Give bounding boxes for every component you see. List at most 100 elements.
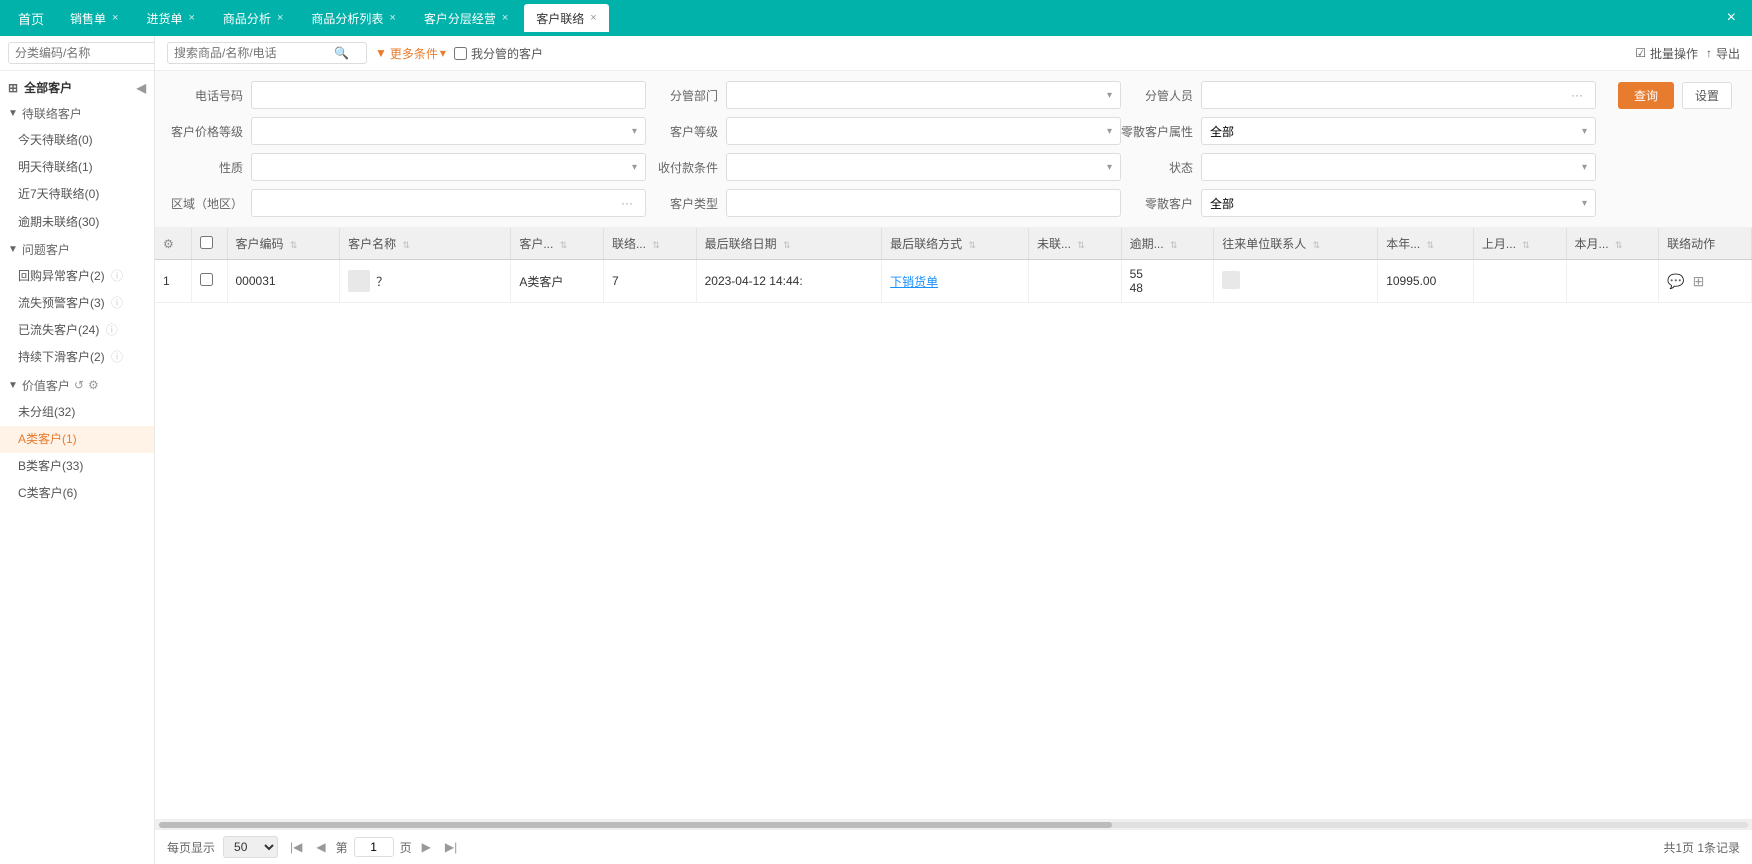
filter-dept-select[interactable]: ▾ xyxy=(726,81,1121,109)
main-search-icon[interactable]: 🔍 xyxy=(334,46,349,60)
sidebar-search-input[interactable] xyxy=(8,42,155,64)
batch-op-button[interactable]: ☑ 批量操作 xyxy=(1635,45,1698,62)
close-segment-tab-icon[interactable]: × xyxy=(502,12,508,24)
filter-manager-select[interactable]: ··· xyxy=(1201,81,1596,109)
last-method-link[interactable]: 下销货单 xyxy=(890,275,938,289)
nav-tab-analysis-list[interactable]: 商品分析列表 × xyxy=(299,4,407,32)
next-page-button[interactable]: ▶ xyxy=(418,838,435,856)
page-navigation: |◀ ◀ 第 页 ▶ ▶| xyxy=(286,837,461,857)
sidebar-item-class-b[interactable]: B类客户(33) xyxy=(0,453,154,480)
filter-scatter-customer: 零散客户 全部 ▾ xyxy=(1121,189,1596,217)
nav-tab-sales[interactable]: 销售单 × xyxy=(58,4,130,32)
main-search-input[interactable] xyxy=(174,46,334,60)
per-page-select[interactable]: 50 100 200 xyxy=(223,836,278,858)
filter-region-select[interactable]: ··· xyxy=(251,189,646,217)
region-dots-icon[interactable]: ··· xyxy=(617,196,637,210)
sort-ty-icon[interactable]: ⇅ xyxy=(1427,240,1435,250)
pagination-bar: 每页显示 50 100 200 |◀ ◀ 第 页 ▶ ▶| 共1页 1条记录 xyxy=(155,829,1752,864)
my-customers-filter[interactable]: 我分管的客户 xyxy=(454,45,543,62)
nav-tab-analysis[interactable]: 商品分析 × xyxy=(211,4,295,32)
row-checkbox[interactable] xyxy=(200,273,213,286)
nav-tab-customer-segment[interactable]: 客户分层经营 × xyxy=(412,4,520,32)
first-page-button[interactable]: |◀ xyxy=(286,838,306,856)
sidebar-all-customers-header[interactable]: ⊞ 全部客户 ◀ xyxy=(0,71,154,100)
row-last-month xyxy=(1473,260,1566,303)
filter-customer-type-input[interactable] xyxy=(726,189,1121,217)
close-analysis-list-tab-icon[interactable]: × xyxy=(389,12,395,24)
nav-tab-customer-contact[interactable]: 客户联络 × xyxy=(524,4,608,32)
data-table-wrap: ⚙ 客户编码 ⇅ 客户名称 ⇅ xyxy=(155,228,1752,819)
more-filters-button[interactable]: ▼ 更多条件 ▾ xyxy=(375,45,446,62)
sidebar-item-churned[interactable]: 已流失客户(24) ⓘ xyxy=(0,317,154,344)
col-checkbox[interactable] xyxy=(191,228,227,260)
close-purchase-tab-icon[interactable]: × xyxy=(188,12,194,24)
sidebar-item-class-a[interactable]: A类客户(1) xyxy=(0,426,154,453)
main-layout: 🔍 ⊞ 全部客户 ◀ ▼ 待联络客户 今天待联络(0) 明天待联络(1) 近7天… xyxy=(0,36,1752,864)
sort-cp-icon[interactable]: ⇅ xyxy=(1313,240,1321,250)
sidebar-item-unclassified[interactable]: 未分组(32) xyxy=(0,399,154,426)
sidebar-item-class-c[interactable]: C类客户(6) xyxy=(0,480,154,507)
sort-date-icon[interactable]: ⇅ xyxy=(783,240,791,250)
sort-code-icon[interactable]: ⇅ xyxy=(290,240,298,250)
sidebar-group-waiting[interactable]: ▼ 待联络客户 xyxy=(0,100,154,127)
message-action-icon[interactable]: 💬 xyxy=(1667,273,1684,290)
sort-nc-icon[interactable]: ⇅ xyxy=(1077,240,1085,250)
filter-nature-select[interactable]: ▾ xyxy=(251,153,646,181)
select-all-checkbox[interactable] xyxy=(200,236,213,249)
my-customers-checkbox[interactable] xyxy=(454,47,467,60)
sort-overdue-icon[interactable]: ⇅ xyxy=(1170,240,1178,250)
close-sales-tab-icon[interactable]: × xyxy=(112,12,118,24)
filter-customer-level-select[interactable]: ▾ xyxy=(726,117,1121,145)
close-contact-tab-icon[interactable]: × xyxy=(590,12,596,24)
sidebar-group-problem[interactable]: ▼ 问题客户 xyxy=(0,236,154,263)
page-number-input[interactable] xyxy=(354,837,394,857)
settings-icon[interactable]: ⚙ xyxy=(88,378,99,392)
sort-lm-icon[interactable]: ⇅ xyxy=(1522,240,1530,250)
export-button[interactable]: ↑ 导出 xyxy=(1706,45,1740,62)
close-all-button[interactable]: × xyxy=(1719,9,1744,27)
table-row: 1 000031 ？ A类客户 7 2023 xyxy=(155,260,1752,303)
nav-tab-purchase[interactable]: 进货单 × xyxy=(134,4,206,32)
sort-contact-icon[interactable]: ⇅ xyxy=(652,240,660,250)
sidebar-item-overdue-contact[interactable]: 逾期未联络(30) xyxy=(0,209,154,236)
manager-dots-icon[interactable]: ··· xyxy=(1567,88,1587,102)
row-checkbox-cell[interactable] xyxy=(191,260,227,303)
filter-scatter-customer-select[interactable]: 全部 ▾ xyxy=(1201,189,1596,217)
filter-status: 状态 ▾ xyxy=(1121,153,1596,181)
scrollbar-track[interactable] xyxy=(159,822,1748,828)
nature-chevron-icon: ▾ xyxy=(632,162,637,173)
sidebar-item-today-contact[interactable]: 今天待联络(0) xyxy=(0,127,154,154)
qr-action-icon[interactable]: ⊞ xyxy=(1693,273,1705,290)
sort-method-icon[interactable]: ⇅ xyxy=(968,240,976,250)
col-contact-count: 联络... ⇅ xyxy=(603,228,696,260)
sort-type-icon[interactable]: ⇅ xyxy=(560,240,568,250)
sort-tm-icon[interactable]: ⇅ xyxy=(1615,240,1623,250)
col-gear[interactable]: ⚙ xyxy=(155,228,191,260)
sidebar-collapse-button[interactable]: ◀ xyxy=(137,81,146,95)
filter-payment-select[interactable]: ▾ xyxy=(726,153,1121,181)
nav-home[interactable]: 首页 xyxy=(8,9,54,28)
prev-page-button[interactable]: ◀ xyxy=(312,838,329,856)
row-last-method[interactable]: 下销货单 xyxy=(882,260,1029,303)
search-button[interactable]: 查询 xyxy=(1618,82,1674,109)
sidebar-item-tomorrow-contact[interactable]: 明天待联络(1) xyxy=(0,154,154,181)
gear-icon[interactable]: ⚙ xyxy=(163,237,174,251)
sort-name-icon[interactable]: ⇅ xyxy=(402,240,410,250)
close-analysis-tab-icon[interactable]: × xyxy=(277,12,283,24)
customer-avatar xyxy=(348,270,370,292)
sidebar-item-7days-contact[interactable]: 近7天待联络(0) xyxy=(0,181,154,208)
filter-phone-input[interactable] xyxy=(251,81,646,109)
filter-status-select[interactable]: ▾ xyxy=(1201,153,1596,181)
horizontal-scrollbar[interactable] xyxy=(155,819,1752,829)
last-page-button[interactable]: ▶| xyxy=(441,838,461,856)
settings-button[interactable]: 设置 xyxy=(1682,82,1732,109)
refresh-icon[interactable]: ↺ xyxy=(74,378,84,392)
filter-price-select[interactable]: ▾ xyxy=(251,117,646,145)
scrollbar-thumb[interactable] xyxy=(159,822,1112,828)
sidebar-item-declining[interactable]: 持续下滑客户(2) ⓘ xyxy=(0,344,154,371)
export-icon: ↑ xyxy=(1706,46,1712,60)
sidebar-item-churn-warning[interactable]: 流失预警客户(3) ⓘ xyxy=(0,290,154,317)
filter-scatter-attr-select[interactable]: 全部 ▾ xyxy=(1201,117,1596,145)
sidebar-item-repurchase-abnormal[interactable]: 回购异常客户(2) ⓘ xyxy=(0,263,154,290)
sidebar-group-value[interactable]: ▼ 价值客户 ↺ ⚙ xyxy=(0,372,154,399)
